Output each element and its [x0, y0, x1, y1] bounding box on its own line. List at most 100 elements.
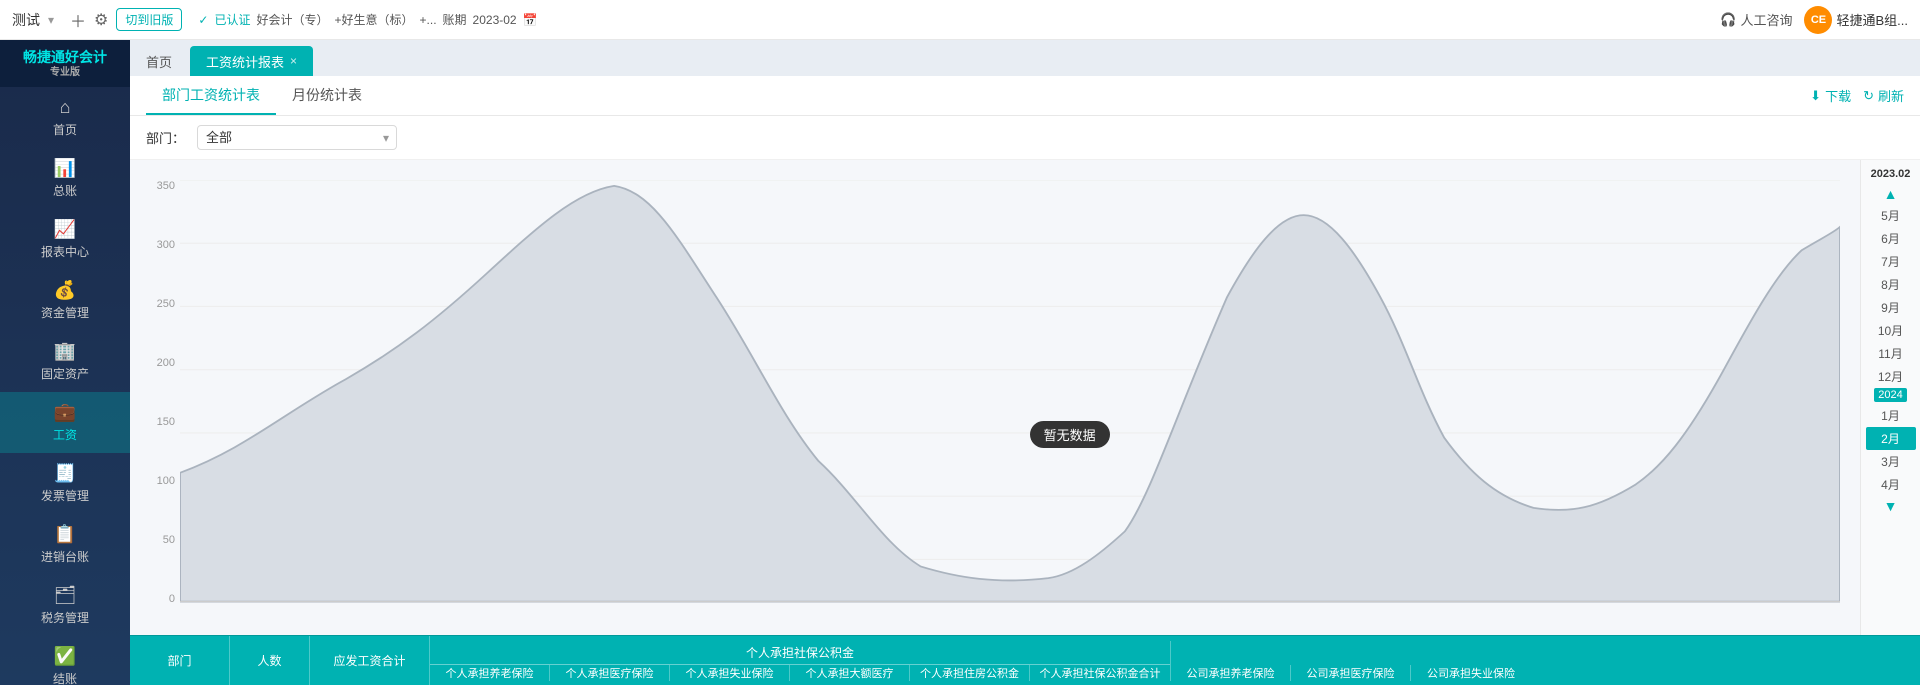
tooltip-text: 暂无数据: [1044, 428, 1096, 443]
chart-svg: [180, 180, 1840, 625]
month-item-10[interactable]: 10月: [1866, 319, 1916, 342]
y-label-50: 50: [140, 534, 175, 546]
ledger-icon: 📊: [54, 158, 76, 179]
top-header: 测试 ▾ ＋ ⚙ 切到旧版 ✓ 已认证 好会计（专） +好生意（标） +... …: [0, 0, 1920, 40]
month-item-1[interactable]: 1月: [1866, 404, 1916, 427]
logo-text: 畅捷通好会计 专业版: [23, 48, 107, 79]
sidebar-label-salary: 工资: [53, 426, 77, 443]
y-label-150: 150: [140, 416, 175, 428]
sidebar-item-checkout[interactable]: ✅ 结账: [0, 636, 130, 685]
th-personal-housing: 个人承担住房公积金: [910, 665, 1030, 681]
sidebar-logo: 畅捷通好会计 专业版: [0, 40, 130, 87]
month-item-8[interactable]: 8月: [1866, 273, 1916, 296]
tab-salary[interactable]: 工资统计报表 ×: [190, 46, 313, 76]
main-layout: 畅捷通好会计 专业版 ⌂ 首页 📊 总账 📈 报表中心 💰 资金管理 🏢 固定资…: [0, 40, 1920, 685]
th-personal-medical: 个人承担医疗保险: [550, 665, 670, 681]
month-item-6[interactable]: 6月: [1866, 227, 1916, 250]
month-item-7[interactable]: 7月: [1866, 250, 1916, 273]
reports-icon: 📈: [54, 219, 76, 240]
download-icon: ⬇: [1810, 88, 1821, 104]
tag-more: +...: [420, 13, 437, 27]
logo-sub: 专业版: [50, 66, 80, 79]
chart-section: 0 50 100 150 200 250 300 350: [130, 160, 1920, 635]
month-item-11[interactable]: 11月: [1866, 342, 1916, 365]
tab-home[interactable]: 首页: [130, 46, 188, 76]
y-label-250: 250: [140, 298, 175, 310]
sales-icon: 📋: [54, 524, 76, 545]
month-item-12[interactable]: 12月: [1866, 365, 1916, 388]
sidebar-item-tax[interactable]: 🗂 税务管理: [0, 575, 130, 636]
year-badge-2024: 2024: [1874, 388, 1906, 402]
content-area: 首页 工资统计报表 × 部门工资统计表 月份统计表 ⬇ 下载: [130, 40, 1920, 685]
scroll-down-btn[interactable]: ▼: [1884, 496, 1898, 516]
refresh-label: 刷新: [1878, 86, 1904, 105]
plus-icon[interactable]: ＋: [70, 8, 86, 32]
sub-tab-actions: ⬇ 下载 ↻ 刷新: [1810, 86, 1904, 105]
sidebar-item-assets[interactable]: 🏢 固定资产: [0, 331, 130, 392]
settings-icon[interactable]: ⚙: [94, 10, 108, 30]
sidebar-item-home[interactable]: ⌂ 首页: [0, 87, 130, 148]
service-label: 人工咨询: [1740, 10, 1792, 29]
sidebar-item-salary[interactable]: 💼 工资: [0, 392, 130, 453]
sidebar-item-ledger[interactable]: 📊 总账: [0, 148, 130, 209]
tab-dept-salary[interactable]: 部门工资统计表: [146, 77, 276, 115]
th-personal-major-medical: 个人承担大额医疗: [790, 665, 910, 681]
home-icon: ⌂: [60, 97, 71, 118]
tab-salary-label: 工资统计报表: [206, 52, 284, 71]
right-panel: 2023.02 ▲ 5月 6月 7月 8月 9月 10月 11月 12月 202…: [1860, 160, 1920, 635]
y-label-200: 200: [140, 357, 175, 369]
tab-home-label: 首页: [146, 52, 172, 71]
month-item-4[interactable]: 4月: [1866, 473, 1916, 496]
y-label-300: 300: [140, 239, 175, 251]
dept-select-wrapper: 全部 销售部 研发部 财务部 行政部 ▾: [197, 125, 397, 150]
th-dept-label: 部门: [167, 652, 191, 669]
sub-tab-bar: 部门工资统计表 月份统计表 ⬇ 下载 ↻ 刷新: [130, 76, 1920, 116]
sub-tabs: 部门工资统计表 月份统计表: [146, 77, 378, 115]
month-item-3[interactable]: 3月: [1866, 450, 1916, 473]
certified-icon: ✓: [198, 13, 208, 27]
th-personal-unemployment: 个人承担失业保险: [670, 665, 790, 681]
sidebar-item-funds[interactable]: 💰 资金管理: [0, 270, 130, 331]
dropdown-arrow-icon[interactable]: ▾: [48, 13, 54, 27]
switch-old-btn[interactable]: 切到旧版: [116, 8, 182, 31]
invoice-icon: 🧾: [54, 463, 76, 484]
sidebar-label-checkout: 结账: [53, 670, 77, 685]
month-item-9[interactable]: 9月: [1866, 296, 1916, 319]
sidebar-label-funds: 资金管理: [41, 304, 89, 321]
scroll-up-btn[interactable]: ▲: [1884, 184, 1898, 204]
sidebar-item-invoice[interactable]: 🧾 发票管理: [0, 453, 130, 514]
tag-date: 2023-02: [473, 13, 517, 27]
sidebar-label-assets: 固定资产: [41, 365, 89, 382]
dept-filter-label: 部门：: [146, 128, 185, 147]
sidebar-label-tax: 税务管理: [41, 609, 89, 626]
download-btn[interactable]: ⬇ 下载: [1810, 86, 1851, 105]
refresh-btn[interactable]: ↻ 刷新: [1863, 86, 1904, 105]
customer-service-btn[interactable]: 🎧 人工咨询: [1720, 10, 1792, 29]
chart-container: 0 50 100 150 200 250 300 350: [130, 160, 1860, 635]
salary-icon: 💼: [54, 402, 76, 423]
sidebar-item-reports[interactable]: 📈 报表中心: [0, 209, 130, 270]
sidebar-label-sales: 进销台账: [41, 548, 89, 565]
calendar-icon[interactable]: 📅: [523, 13, 538, 27]
th-personal-group: 个人承担社保公积金 个人承担养老保险 个人承担医疗保险 个人承担失业保险 个人承…: [430, 641, 1171, 681]
th-personal-pension: 个人承担养老保险: [430, 665, 550, 681]
tag-period: 账期: [443, 11, 467, 28]
dept-select[interactable]: 全部 销售部 研发部 财务部 行政部: [197, 125, 397, 150]
header-icons: ＋ ⚙: [70, 8, 108, 32]
tab-month-salary[interactable]: 月份统计表: [276, 77, 378, 115]
month-tab-label: 月份统计表: [292, 87, 362, 103]
month-item-2[interactable]: 2月: [1866, 427, 1916, 450]
user-avatar-area[interactable]: CE 轻捷通B组...: [1804, 6, 1908, 34]
chart-tooltip: 暂无数据: [1030, 421, 1110, 448]
tax-icon: 🗂: [54, 585, 77, 606]
tag-haohuiji: 好会计（专）: [256, 11, 328, 28]
tab-close-icon[interactable]: ×: [290, 54, 297, 68]
th-company-unemployment: 公司承担失业保险: [1411, 665, 1531, 681]
header-tags: ✓ 已认证 好会计（专） +好生意（标） +... 账期 2023-02 📅: [198, 11, 537, 28]
month-item-5[interactable]: 5月: [1866, 204, 1916, 227]
sidebar-label-invoice: 发票管理: [41, 487, 89, 504]
sidebar-item-sales[interactable]: 📋 进销台账: [0, 514, 130, 575]
user-name: 轻捷通B组...: [1836, 10, 1908, 29]
test-label: 测试: [12, 10, 40, 30]
sidebar-label-ledger: 总账: [53, 182, 77, 199]
